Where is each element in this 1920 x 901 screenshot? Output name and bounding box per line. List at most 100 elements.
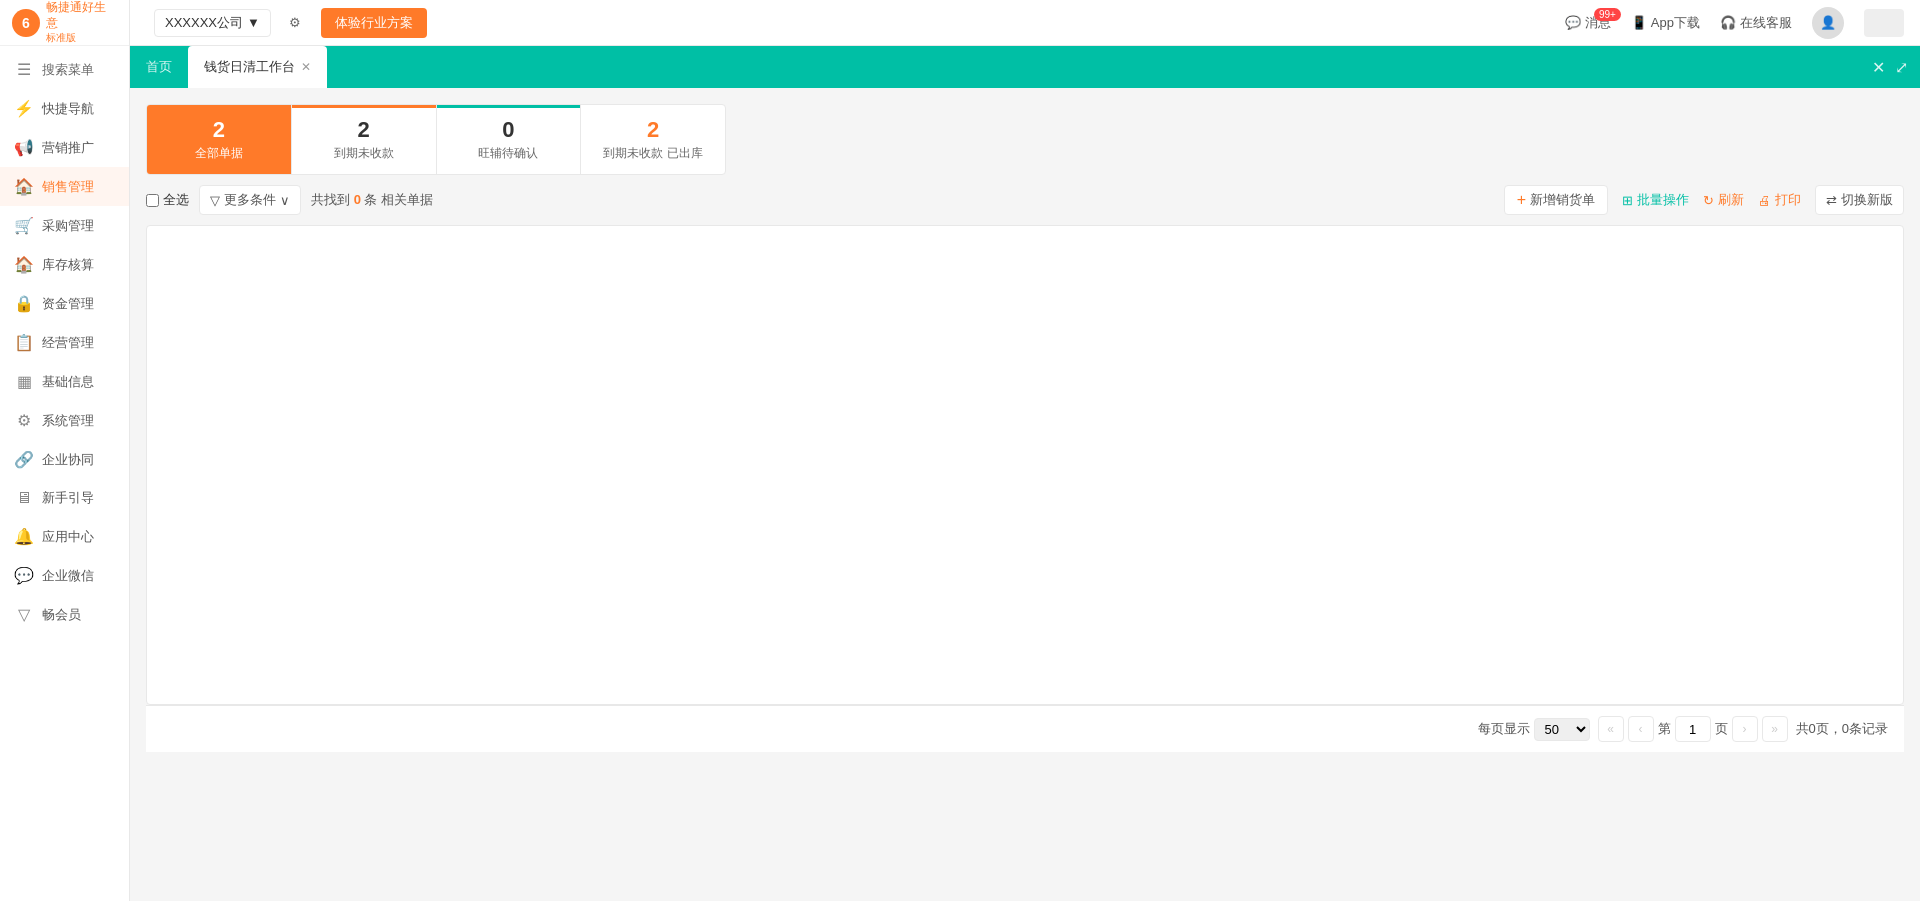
- experience-button[interactable]: 体验行业方案: [321, 8, 427, 38]
- marketing-icon: 📢: [14, 138, 34, 157]
- batch-ops-button[interactable]: ⊞ 批量操作: [1622, 191, 1689, 209]
- add-sales-button[interactable]: + 新增销货单: [1504, 185, 1608, 215]
- per-page-dropdown[interactable]: 50 100: [1534, 718, 1590, 741]
- newguide-icon: 🖥: [14, 489, 34, 507]
- user-name-area[interactable]: [1864, 9, 1904, 37]
- stat-num-overdue: 2: [308, 117, 420, 143]
- membership-icon: ▽: [14, 605, 34, 624]
- sidebar: 6 畅捷通好生意 标准版 ☰ 搜索菜单 ⚡ 快捷导航 📢 营销推广 🏠 销售管理…: [0, 0, 130, 901]
- print-button[interactable]: 🖨 打印: [1758, 191, 1801, 209]
- found-text: 共找到 0 条 相关单据: [311, 191, 433, 209]
- settings-button[interactable]: ⚙: [279, 7, 311, 39]
- restore-window-icon[interactable]: ✕: [1872, 58, 1885, 77]
- page-total: 共0页，0条记录: [1796, 720, 1888, 738]
- avatar-icon: 👤: [1820, 15, 1836, 30]
- online-service-button[interactable]: 🎧 在线客服: [1720, 14, 1792, 32]
- sidebar-item-membership[interactable]: ▽ 畅会员: [0, 595, 129, 634]
- service-icon: 🎧: [1720, 15, 1736, 30]
- chevron-down-icon: ▼: [247, 15, 260, 30]
- header-right: 💬 消息 99+ 📱 App下载 🎧 在线客服 👤: [1565, 7, 1904, 39]
- inventory-icon: 🏠: [14, 255, 34, 274]
- page-nav: « ‹ 第 页 › »: [1598, 716, 1788, 742]
- plus-icon: +: [1517, 191, 1526, 209]
- nav-tab-actions: ✕ ⤢: [1872, 58, 1920, 77]
- switch-new-button[interactable]: ⇄ 切换新版: [1815, 185, 1904, 215]
- sales-icon: 🏠: [14, 177, 34, 196]
- refresh-button[interactable]: ↻ 刷新: [1703, 191, 1744, 209]
- logo-sub: 标准版: [46, 31, 117, 45]
- sidebar-item-system[interactable]: ⚙ 系统管理: [0, 401, 129, 440]
- sidebar-menu: ☰ 搜索菜单 ⚡ 快捷导航 📢 营销推广 🏠 销售管理 🛒 采购管理 🏠 库存核…: [0, 46, 129, 634]
- main-content: 2 全部单据 2 到期未收款 0 旺辅待确认 2 到期未收款 已出库 全选 ▽ …: [130, 88, 1920, 901]
- tab-close-icon[interactable]: ✕: [301, 60, 311, 74]
- select-all-area[interactable]: 全选: [146, 191, 189, 209]
- maximize-window-icon[interactable]: ⤢: [1895, 58, 1908, 77]
- first-page-button[interactable]: «: [1598, 716, 1624, 742]
- company-selector[interactable]: XXXXXX公司 ▼: [154, 9, 271, 37]
- ops-icon: 📋: [14, 333, 34, 352]
- stat-label-overdue-unshipped: 到期未收款 已出库: [597, 145, 709, 162]
- message-button[interactable]: 💬 消息 99+: [1565, 14, 1611, 32]
- sidebar-item-wechat[interactable]: 💬 企业微信: [0, 556, 129, 595]
- message-icon: 💬: [1565, 15, 1581, 30]
- stat-num-all: 2: [163, 117, 275, 143]
- toolbar: 全选 ▽ 更多条件 ∨ 共找到 0 条 相关单据 + 新增销货单 ⊞ 批量操作 …: [146, 175, 1904, 225]
- stat-label-all: 全部单据: [163, 145, 275, 162]
- batch-icon: ⊞: [1622, 193, 1633, 208]
- sidebar-item-funds[interactable]: 🔒 资金管理: [0, 284, 129, 323]
- refresh-icon: ↻: [1703, 193, 1714, 208]
- select-all-checkbox[interactable]: [146, 194, 159, 207]
- sidebar-item-ops[interactable]: 📋 经营管理: [0, 323, 129, 362]
- sidebar-item-purchase[interactable]: 🛒 采购管理: [0, 206, 129, 245]
- tab-home[interactable]: 首页: [130, 46, 188, 88]
- stats-tabs: 2 全部单据 2 到期未收款 0 旺辅待确认 2 到期未收款 已出库: [146, 104, 726, 175]
- stat-label-overdue: 到期未收款: [308, 145, 420, 162]
- tab-cashflow[interactable]: 钱货日清工作台 ✕: [188, 46, 327, 88]
- chevron-down-filter-icon: ∨: [280, 193, 290, 208]
- download-icon: 📱: [1631, 15, 1647, 30]
- app-download-button[interactable]: 📱 App下载: [1631, 14, 1700, 32]
- sidebar-item-inventory[interactable]: 🏠 库存核算: [0, 245, 129, 284]
- table-area: [146, 225, 1904, 705]
- logo-name: 畅捷通好生意: [46, 0, 117, 31]
- nav-tabs-bar: 首页 钱货日清工作台 ✕ ✕ ⤢: [130, 46, 1920, 88]
- basicinfo-icon: ▦: [14, 372, 34, 391]
- funds-icon: 🔒: [14, 294, 34, 313]
- stat-label-wangpu: 旺辅待确认: [453, 145, 565, 162]
- stat-num-overdue-unshipped: 2: [597, 117, 709, 143]
- toolbar-right: + 新增销货单 ⊞ 批量操作 ↻ 刷新 🖨 打印 ⇄ 切换新版: [1504, 185, 1904, 215]
- stat-tab-all[interactable]: 2 全部单据: [147, 105, 292, 174]
- sidebar-item-appcenter[interactable]: 🔔 应用中心: [0, 517, 129, 556]
- per-page-select[interactable]: 每页显示 50 100: [1478, 718, 1590, 741]
- stat-tab-wangpu[interactable]: 0 旺辅待确认: [437, 105, 582, 174]
- stat-tab-overdue[interactable]: 2 到期未收款: [292, 105, 437, 174]
- print-icon: 🖨: [1758, 193, 1771, 208]
- sidebar-item-marketing[interactable]: 📢 营销推广: [0, 128, 129, 167]
- sidebar-item-search[interactable]: ☰ 搜索菜单: [0, 50, 129, 89]
- search-icon: ☰: [14, 60, 34, 79]
- stat-num-wangpu: 0: [453, 117, 565, 143]
- sidebar-item-basicinfo[interactable]: ▦ 基础信息: [0, 362, 129, 401]
- found-count: 0: [354, 192, 361, 207]
- filter-icon: ▽: [210, 193, 220, 208]
- stat-tab-overdue-unshipped[interactable]: 2 到期未收款 已出库: [581, 105, 725, 174]
- user-avatar[interactable]: 👤: [1812, 7, 1844, 39]
- last-page-button[interactable]: »: [1762, 716, 1788, 742]
- next-page-button[interactable]: ›: [1732, 716, 1758, 742]
- quicknav-icon: ⚡: [14, 99, 34, 118]
- logo-icon: 6: [12, 9, 40, 37]
- more-filters-button[interactable]: ▽ 更多条件 ∨: [199, 185, 301, 215]
- enterprise-icon: 🔗: [14, 450, 34, 469]
- page-input[interactable]: [1675, 716, 1711, 742]
- sidebar-item-newguide[interactable]: 🖥 新手引导: [0, 479, 129, 517]
- prev-page-button[interactable]: ‹: [1628, 716, 1654, 742]
- logo-area: 6 畅捷通好生意 标准版: [0, 0, 129, 46]
- system-icon: ⚙: [14, 411, 34, 430]
- sidebar-item-enterprise[interactable]: 🔗 企业协同: [0, 440, 129, 479]
- sidebar-item-sales[interactable]: 🏠 销售管理: [0, 167, 129, 206]
- sidebar-item-quicknav[interactable]: ⚡ 快捷导航: [0, 89, 129, 128]
- message-badge: 99+: [1594, 8, 1621, 21]
- appcenter-icon: 🔔: [14, 527, 34, 546]
- purchase-icon: 🛒: [14, 216, 34, 235]
- top-header: XXXXXX公司 ▼ ⚙ 体验行业方案 💬 消息 99+ 📱 App下载 🎧 在…: [0, 0, 1920, 46]
